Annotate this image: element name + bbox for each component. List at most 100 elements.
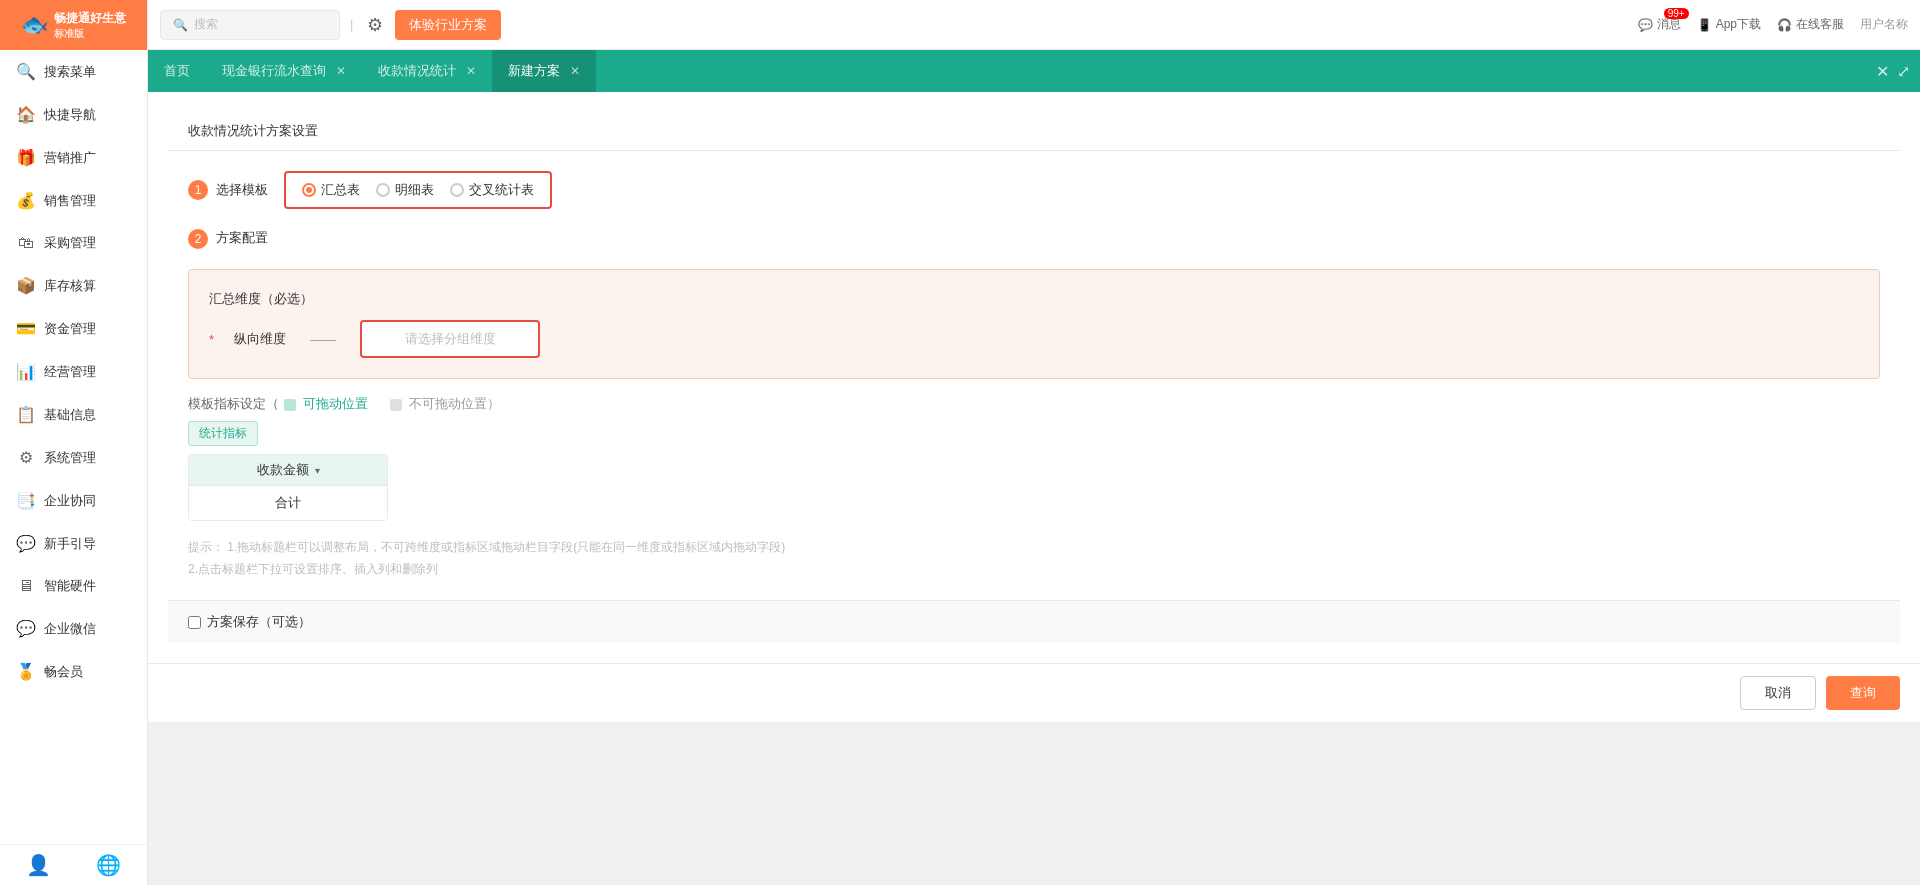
tabbar-right: ✕ ⤢: [1876, 50, 1920, 92]
metrics-label-row: 统计指标: [188, 421, 1880, 446]
dim-title: 汇总维度（必选）: [209, 290, 1859, 308]
sidebar-item-operation[interactable]: 📊 经营管理: [0, 350, 147, 393]
radio-summary[interactable]: 汇总表: [302, 181, 360, 199]
tab-new-plan[interactable]: 新建方案 ✕: [492, 50, 596, 92]
logo-icon: 🐟: [21, 12, 48, 38]
wechat-icon: 💬: [16, 619, 36, 638]
purchase-icon: 🛍: [16, 234, 36, 252]
tab-bank[interactable]: 现金银行流水查询 ✕: [206, 50, 362, 92]
expand-icon[interactable]: ⤢: [1897, 62, 1910, 81]
tab-home[interactable]: 首页: [148, 50, 206, 92]
download-label: App下载: [1716, 16, 1761, 33]
movable-label: 可拖动位置: [303, 396, 368, 411]
industry-btn[interactable]: 体验行业方案: [395, 10, 501, 40]
step2-row: 2 方案配置: [188, 229, 1880, 249]
breadcrumb: 收款情况统计方案设置: [188, 123, 318, 138]
radio-summary-label: 汇总表: [321, 181, 360, 199]
sidebar-item-label: 营销推广: [44, 149, 96, 167]
topbar: 🔍 搜索 | ⚙ 体验行业方案 💬 消息 99+ 📱 App下载 🎧 在线客服 …: [148, 0, 1920, 50]
sidebar-item-quick-nav[interactable]: 🏠 快捷导航: [0, 93, 147, 136]
tab-collection-label: 收款情况统计: [378, 62, 456, 80]
dim-select-dropdown[interactable]: 请选择分组维度: [360, 320, 540, 358]
search-input[interactable]: 🔍 搜索: [160, 10, 340, 40]
metrics-section: 模板指标设定（ 可拖动位置: [188, 395, 1880, 521]
template-selection-box: 汇总表 明细表 交叉统计表: [284, 171, 552, 209]
tab-home-label: 首页: [164, 62, 190, 80]
sidebar-item-wechat[interactable]: 💬 企业微信: [0, 607, 147, 650]
radio-summary-circle[interactable]: [302, 183, 316, 197]
sidebar-item-label: 库存核算: [44, 277, 96, 295]
settings-icon[interactable]: ⚙: [363, 10, 387, 40]
finance-icon: 💳: [16, 319, 36, 338]
tips-line1: 提示： 1.拖动标题栏可以调整布局，不可跨维度或指标区域拖动栏目字段(只能在同一…: [188, 537, 1880, 559]
guide-icon: 💬: [16, 534, 36, 553]
radio-detail-label: 明细表: [395, 181, 434, 199]
sidebar-item-member[interactable]: 🏅 畅会员: [0, 650, 147, 693]
tips-line2: 2.点击标题栏下拉可设置排序、插入列和删除列: [188, 559, 1880, 581]
radio-cross[interactable]: 交叉统计表: [450, 181, 534, 199]
step2-num: 2: [188, 229, 208, 249]
sidebar-item-guide[interactable]: 💬 新手引导: [0, 522, 147, 565]
metrics-col-header: 收款金额 ▾: [189, 455, 387, 486]
save-row: 方案保存（可选）: [168, 600, 1900, 643]
system-icon: ⚙: [16, 448, 36, 467]
content-area: 收款情况统计方案设置 1 选择模板 汇总表: [148, 92, 1920, 885]
online-service-btn[interactable]: 🎧 在线客服: [1777, 16, 1844, 33]
save-checkbox[interactable]: [188, 616, 201, 629]
app-edition: 标准版: [54, 27, 126, 41]
tab-bank-close[interactable]: ✕: [336, 64, 346, 78]
cancel-button[interactable]: 取消: [1740, 676, 1816, 710]
sidebar-item-basic[interactable]: 📋 基础信息: [0, 393, 147, 436]
tab-collection[interactable]: 收款情况统计 ✕: [362, 50, 492, 92]
home-icon: 🏠: [16, 105, 36, 124]
service-icon: 🎧: [1777, 18, 1792, 32]
sidebar-item-sales[interactable]: 💰 销售管理: [0, 179, 147, 222]
radio-group: 汇总表 明细表 交叉统计表: [302, 181, 534, 199]
tab-bank-label: 现金银行流水查询: [222, 62, 326, 80]
sidebar-item-label: 系统管理: [44, 449, 96, 467]
form-body: 1 选择模板 汇总表 明细表: [168, 151, 1900, 600]
inventory-icon: 📦: [16, 276, 36, 295]
required-mark: *: [209, 332, 214, 347]
topbar-divider: |: [350, 17, 353, 32]
radio-detail[interactable]: 明细表: [376, 181, 434, 199]
query-button[interactable]: 查询: [1826, 676, 1900, 710]
tips-section: 提示： 1.拖动标题栏可以调整布局，不可跨维度或指标区域拖动栏目字段(只能在同一…: [188, 537, 1880, 580]
sidebar-item-label: 搜索菜单: [44, 63, 96, 81]
sidebar-item-label: 经营管理: [44, 363, 96, 381]
basic-icon: 📋: [16, 405, 36, 424]
step2-label: 方案配置: [216, 229, 268, 247]
dim-arrow: ——: [310, 332, 336, 347]
search-placeholder: 搜索: [194, 16, 218, 33]
message-btn[interactable]: 💬 消息 99+: [1638, 16, 1681, 33]
sidebar-item-label: 智能硬件: [44, 577, 96, 595]
sidebar-globe-icon[interactable]: 🌐: [78, 853, 140, 877]
sidebar-item-search-menu[interactable]: 🔍 搜索菜单: [0, 50, 147, 93]
col-dropdown-icon[interactable]: ▾: [315, 465, 320, 476]
sidebar-item-coop[interactable]: 📑 企业协同: [0, 479, 147, 522]
sidebar-item-inventory[interactable]: 📦 库存核算: [0, 264, 147, 307]
sidebar-user-icon[interactable]: 👤: [8, 853, 70, 877]
app-download-btn[interactable]: 📱 App下载: [1697, 16, 1761, 33]
tab-collection-close[interactable]: ✕: [466, 64, 476, 78]
tab-new-plan-close[interactable]: ✕: [570, 64, 580, 78]
radio-detail-circle[interactable]: [376, 183, 390, 197]
sidebar-item-hardware[interactable]: 🖥 智能硬件: [0, 565, 147, 607]
sidebar-item-purchase[interactable]: 🛍 采购管理: [0, 222, 147, 264]
form-section: 收款情况统计方案设置 1 选择模板 汇总表: [148, 92, 1920, 663]
sidebar-item-finance[interactable]: 💳 资金管理: [0, 307, 147, 350]
non-movable-hint: 不可拖动位置）: [389, 396, 501, 411]
close-window-icon[interactable]: ✕: [1876, 62, 1889, 81]
metrics-header: 模板指标设定（ 可拖动位置: [188, 395, 1880, 413]
sidebar-item-label: 新手引导: [44, 535, 96, 553]
sidebar-item-marketing[interactable]: 🎁 营销推广: [0, 136, 147, 179]
radio-cross-circle[interactable]: [450, 183, 464, 197]
app-logo: 🐟 畅捷通好生意 标准版: [0, 0, 147, 50]
movable-hint: 可拖动位置: [283, 396, 372, 411]
sidebar-item-label: 采购管理: [44, 234, 96, 252]
sidebar-item-system[interactable]: ⚙ 系统管理: [0, 436, 147, 479]
sales-icon: 💰: [16, 191, 36, 210]
member-icon: 🏅: [16, 662, 36, 681]
svg-rect-0: [284, 399, 296, 411]
user-name: 用户名称: [1860, 16, 1908, 33]
